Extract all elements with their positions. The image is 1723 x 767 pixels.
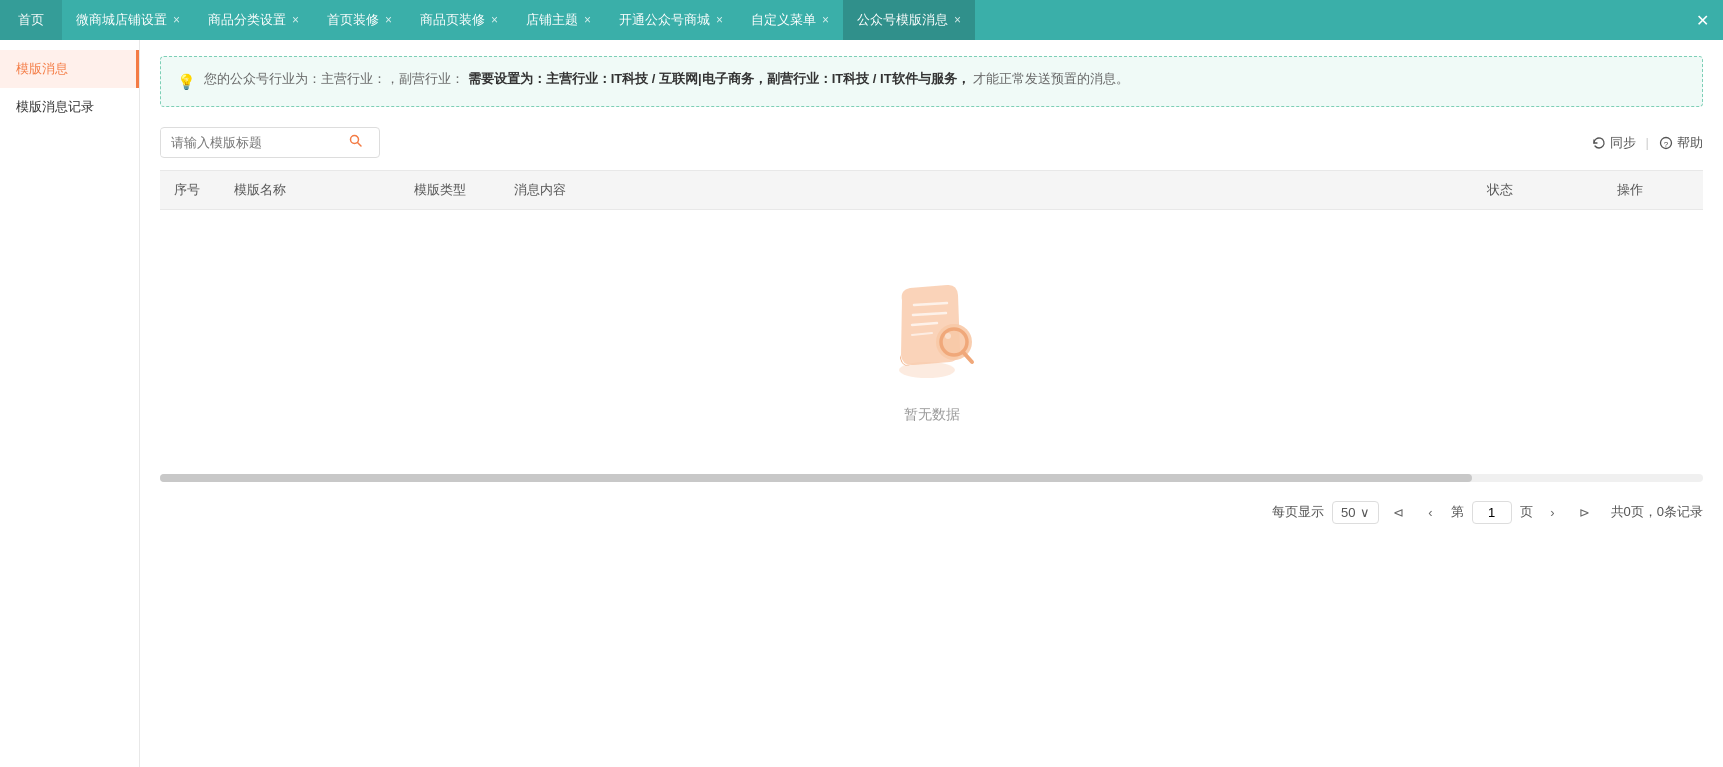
search-right-actions: 同步 | ? 帮助 (1592, 134, 1703, 152)
total-label: 共0页，0条记录 (1611, 503, 1703, 521)
tab-category-settings-close[interactable]: × (292, 13, 299, 27)
help-label: 帮助 (1677, 134, 1703, 152)
search-button[interactable] (341, 128, 371, 157)
tab-shop-theme[interactable]: 店铺主题 × (512, 0, 605, 40)
sidebar-item-template-msg-label: 模版消息 (16, 61, 68, 76)
tab-open-mall-close[interactable]: × (716, 13, 723, 27)
notice-box: 💡 您的公众号行业为：主营行业：，副营行业： 需要设置为：主营行业：IT科技 /… (160, 56, 1703, 107)
empty-text: 暂无数据 (904, 406, 960, 424)
bulb-icon: 💡 (177, 70, 196, 94)
tab-product-decor-close[interactable]: × (491, 13, 498, 27)
col-name: 模版名称 (220, 171, 400, 210)
tab-shop-theme-close[interactable]: × (584, 13, 591, 27)
tab-template-msg[interactable]: 公众号模版消息 × (843, 0, 975, 40)
tab-category-settings-label: 商品分类设置 (208, 11, 286, 29)
empty-row: 暂无数据 (160, 210, 1703, 465)
sync-button[interactable]: 同步 (1592, 134, 1636, 152)
current-page-input[interactable] (1472, 501, 1512, 524)
svg-point-12 (945, 333, 951, 339)
main-layout: 模版消息 模版消息记录 💡 您的公众号行业为：主营行业：，副营行业： 需要设置为… (0, 40, 1723, 767)
tab-wsc-settings-label: 微商城店铺设置 (76, 11, 167, 29)
search-input[interactable] (161, 129, 341, 156)
global-close-button[interactable]: ✕ (1682, 11, 1723, 30)
page-label: 第 (1451, 503, 1464, 521)
page-size-value: 50 (1341, 505, 1355, 520)
tab-home-decor[interactable]: 首页装修 × (313, 0, 406, 40)
tab-custom-menu-label: 自定义菜单 (751, 11, 816, 29)
sidebar-item-template-msg-record-label: 模版消息记录 (16, 99, 94, 114)
sync-icon (1592, 136, 1606, 150)
search-bar: 同步 | ? 帮助 (160, 127, 1703, 158)
first-page-button[interactable]: ⊲ (1387, 500, 1411, 524)
table-header-row: 序号 模版名称 模版类型 消息内容 状态 操作 (160, 171, 1703, 210)
col-content: 消息内容 (500, 171, 1473, 210)
tab-open-mall[interactable]: 开通公众号商城 × (605, 0, 737, 40)
next-page-button[interactable]: › (1541, 500, 1565, 524)
col-index: 序号 (160, 171, 220, 210)
search-input-container (160, 127, 380, 158)
tab-template-msg-label: 公众号模版消息 (857, 11, 948, 29)
page-suffix: 页 (1520, 503, 1533, 521)
help-button[interactable]: ? 帮助 (1659, 134, 1703, 152)
svg-text:?: ? (1664, 140, 1669, 149)
data-table: 序号 模版名称 模版类型 消息内容 状态 操作 (160, 170, 1703, 464)
tab-home-decor-label: 首页装修 (327, 11, 379, 29)
svg-line-1 (358, 143, 362, 147)
content-area: 💡 您的公众号行业为：主营行业：，副营行业： 需要设置为：主营行业：IT科技 /… (140, 40, 1723, 767)
col-type: 模版类型 (400, 171, 500, 210)
tab-wsc-settings-close[interactable]: × (173, 13, 180, 27)
tab-product-decor[interactable]: 商品页装修 × (406, 0, 512, 40)
tab-wsc-settings[interactable]: 微商城店铺设置 × (62, 0, 194, 40)
horizontal-scrollbar[interactable] (160, 474, 1703, 482)
svg-point-4 (899, 362, 955, 378)
tab-custom-menu[interactable]: 自定义菜单 × (737, 0, 843, 40)
notice-text: 您的公众号行业为：主营行业：，副营行业： 需要设置为：主营行业：IT科技 / 互… (204, 69, 1129, 90)
tab-custom-menu-close[interactable]: × (822, 13, 829, 27)
page-size-select[interactable]: 50 ∨ (1332, 501, 1378, 524)
notice-highlight: 需要设置为：主营行业：IT科技 / 互联网|电子商务，副营行业：IT科技 / I… (468, 71, 970, 86)
tab-home-label: 首页 (18, 11, 44, 29)
sidebar-item-template-msg-record[interactable]: 模版消息记录 (0, 88, 139, 126)
scrollbar-thumb[interactable] (160, 474, 1472, 482)
pagination: 每页显示 50 ∨ ⊲ ‹ 第 页 › ⊳ 共0页，0条记录 (160, 492, 1703, 532)
action-divider: | (1646, 135, 1649, 150)
col-status: 状态 (1473, 171, 1603, 210)
tab-category-settings[interactable]: 商品分类设置 × (194, 0, 313, 40)
page-size-label: 每页显示 (1272, 503, 1324, 521)
empty-illustration (872, 270, 992, 390)
empty-state: 暂无数据 (160, 210, 1703, 464)
sidebar: 模版消息 模版消息记录 (0, 40, 140, 767)
top-nav: 首页 微商城店铺设置 × 商品分类设置 × 首页装修 × 商品页装修 × 店铺主… (0, 0, 1723, 40)
prev-page-button[interactable]: ‹ (1419, 500, 1443, 524)
tab-home-decor-close[interactable]: × (385, 13, 392, 27)
search-icon (349, 134, 363, 148)
help-icon: ? (1659, 136, 1673, 150)
sidebar-item-template-msg[interactable]: 模版消息 (0, 50, 139, 88)
last-page-button[interactable]: ⊳ (1573, 500, 1597, 524)
notice-suffix: 才能正常发送预置的消息。 (973, 71, 1129, 86)
chevron-down-icon: ∨ (1360, 505, 1370, 520)
tab-open-mall-label: 开通公众号商城 (619, 11, 710, 29)
notice-prefix: 您的公众号行业为：主营行业：，副营行业： (204, 71, 464, 86)
tab-shop-theme-label: 店铺主题 (526, 11, 578, 29)
tab-product-decor-label: 商品页装修 (420, 11, 485, 29)
col-action: 操作 (1603, 171, 1703, 210)
tab-template-msg-close[interactable]: × (954, 13, 961, 27)
sync-label: 同步 (1610, 134, 1636, 152)
tab-home[interactable]: 首页 (0, 0, 62, 40)
